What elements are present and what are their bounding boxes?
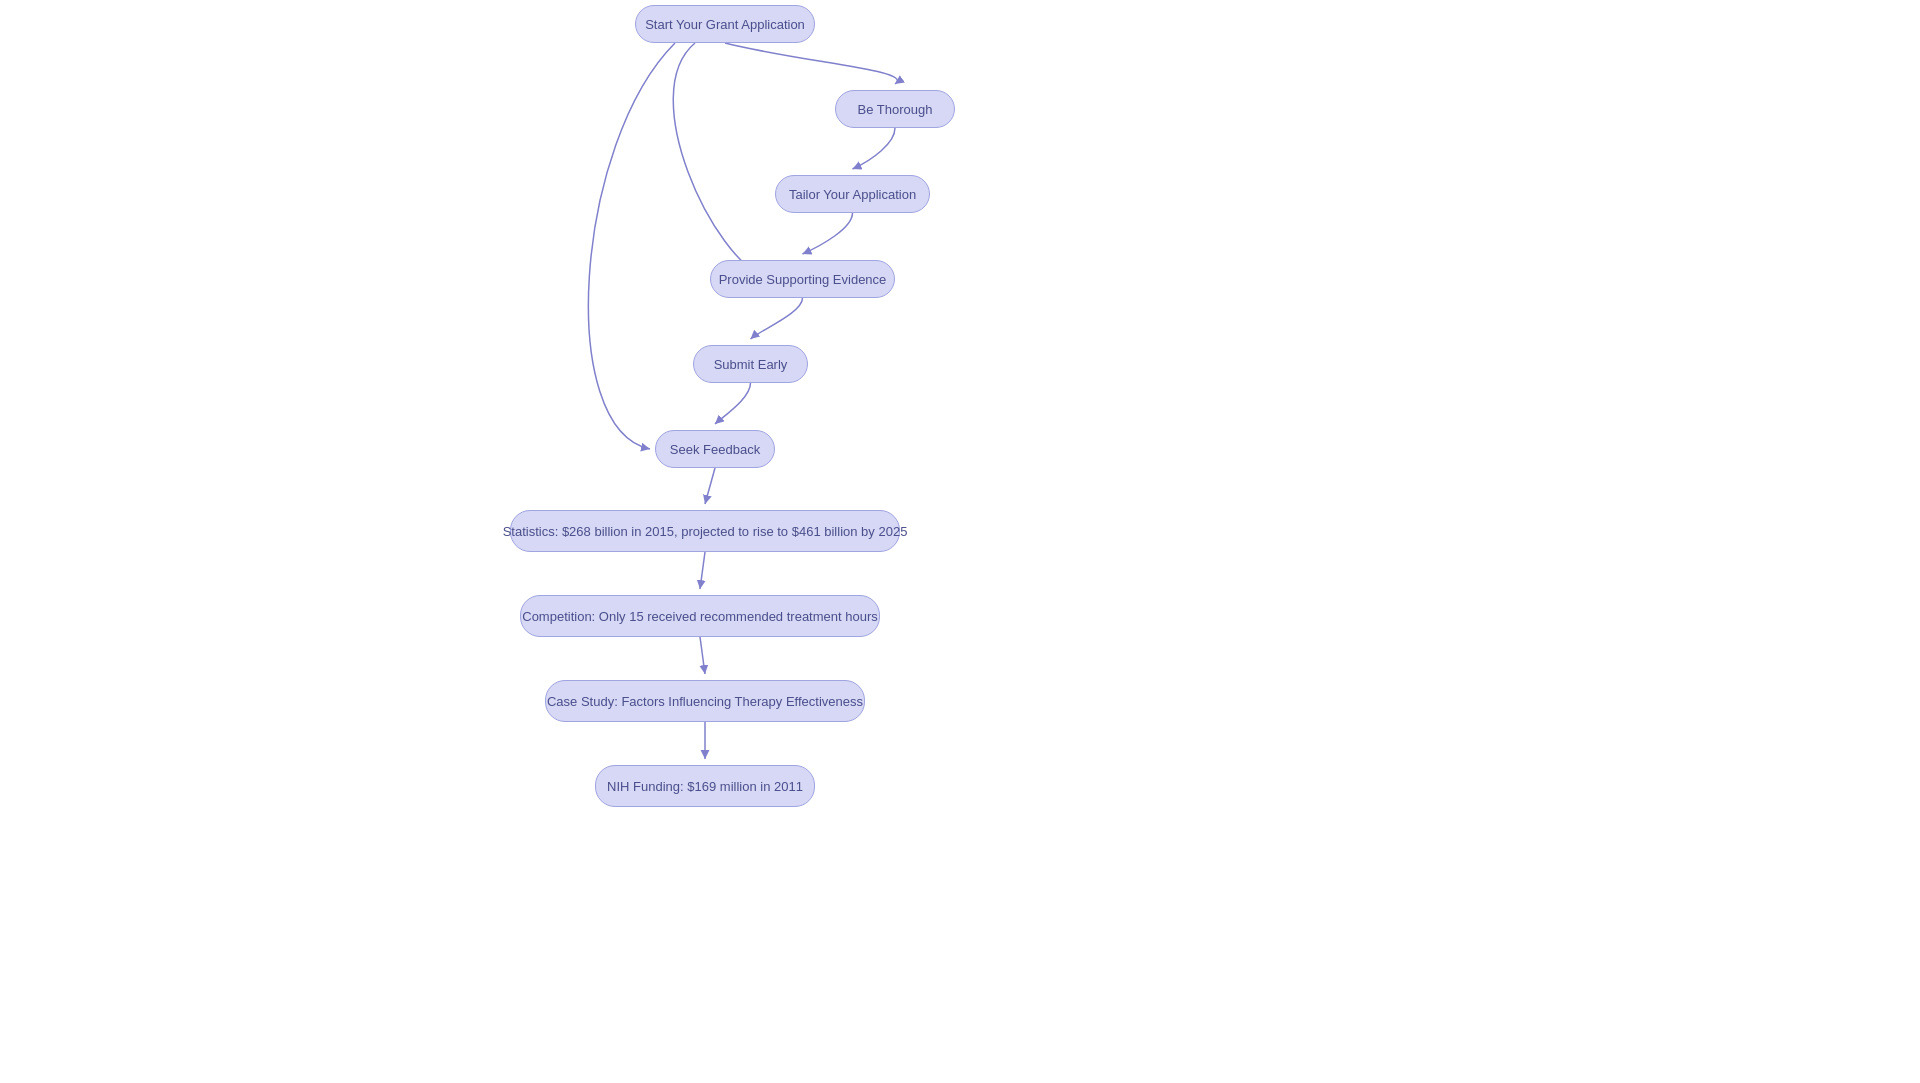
node-provide-evidence: Provide Supporting Evidence	[710, 260, 895, 298]
node-submit-early: Submit Early	[693, 345, 808, 383]
node-case-study: Case Study: Factors Influencing Therapy …	[545, 680, 865, 722]
arrows-svg	[0, 0, 1920, 1083]
node-statistics: Statistics: $268 billion in 2015, projec…	[510, 510, 900, 552]
node-be-thorough: Be Thorough	[835, 90, 955, 128]
node-seek-feedback: Seek Feedback	[655, 430, 775, 468]
node-competition: Competition: Only 15 received recommende…	[520, 595, 880, 637]
node-start: Start Your Grant Application	[635, 5, 815, 43]
diagram-container: Start Your Grant Application Be Thorough T…	[0, 0, 1920, 1083]
node-nih-funding: NIH Funding: $169 million in 2011	[595, 765, 815, 807]
node-tailor: Tailor Your Application	[775, 175, 930, 213]
